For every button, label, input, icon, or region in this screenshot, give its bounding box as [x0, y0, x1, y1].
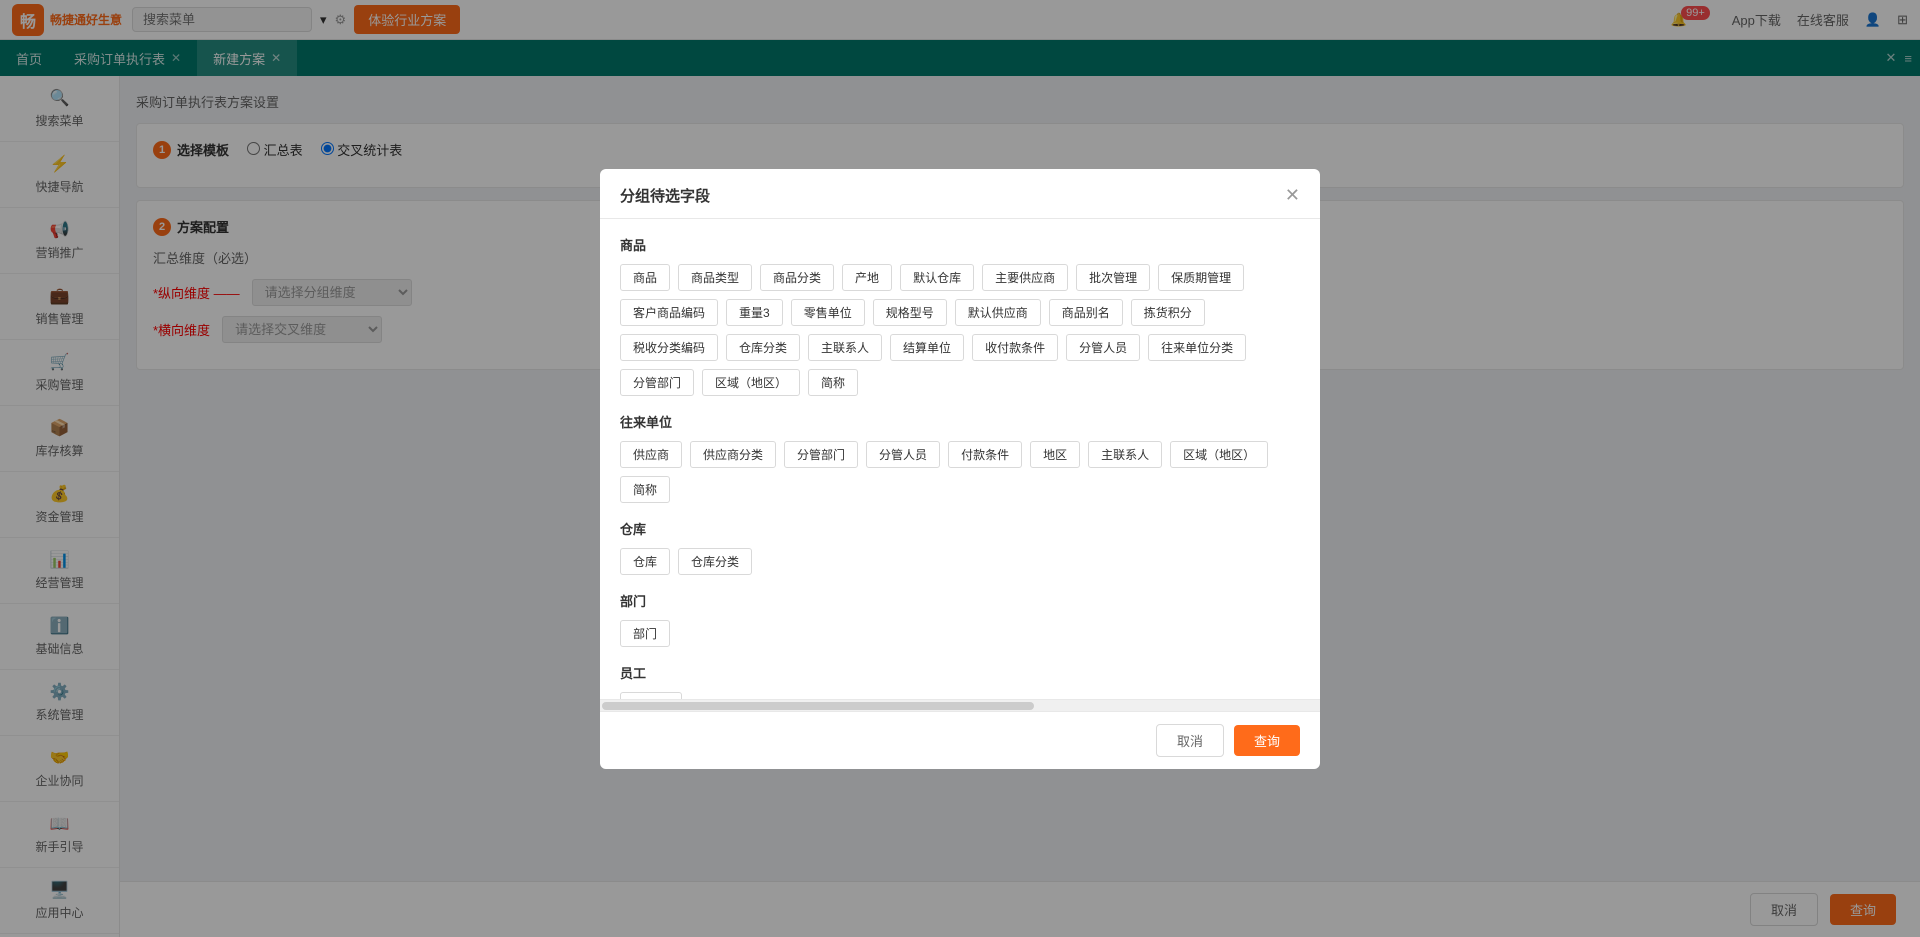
field-tag-1-1[interactable]: 供应商分类 [690, 441, 776, 468]
field-tag-0-19[interactable]: 收付款条件 [972, 334, 1058, 361]
field-tag-0-16[interactable]: 仓库分类 [726, 334, 800, 361]
field-tag-0-14[interactable]: 拣货积分 [1131, 299, 1205, 326]
modal-section-tags-1: 供应商供应商分类分管部门分管人员付款条件地区主联系人区域（地区） 简称 [620, 441, 1300, 503]
modal-section-title-0: 商品 [620, 235, 1300, 254]
field-tag-1-8[interactable]: 简称 [620, 476, 670, 503]
field-tag-1-2[interactable]: 分管部门 [784, 441, 858, 468]
modal-header: 分组待选字段 ✕ [600, 169, 1320, 219]
modal-overlay: 分组待选字段 ✕ 商品商品商品类型商品分类产地默认仓库主要供应商批次管理保质期管… [0, 0, 1920, 937]
field-tag-0-12[interactable]: 默认供应商 [955, 299, 1041, 326]
modal-horizontal-scrollbar[interactable] [600, 699, 1320, 711]
modal-body: 商品商品商品类型商品分类产地默认仓库主要供应商批次管理保质期管理客户商品编码重量… [600, 219, 1320, 699]
field-tag-0-7[interactable]: 保质期管理 [1158, 264, 1244, 291]
modal-title: 分组待选字段 [620, 185, 710, 206]
modal-section-2: 仓库仓库仓库分类 [620, 519, 1300, 575]
modal-section-title-4: 员工 [620, 663, 1300, 682]
field-tag-4-0[interactable]: 业务员 [620, 692, 682, 699]
field-tag-1-4[interactable]: 付款条件 [948, 441, 1022, 468]
modal-section-tags-2: 仓库仓库分类 [620, 548, 1300, 575]
modal-section-0: 商品商品商品类型商品分类产地默认仓库主要供应商批次管理保质期管理客户商品编码重量… [620, 235, 1300, 396]
field-tag-2-1[interactable]: 仓库分类 [678, 548, 752, 575]
modal-section-title-1: 往来单位 [620, 412, 1300, 431]
field-tag-0-1[interactable]: 商品类型 [678, 264, 752, 291]
field-tag-0-18[interactable]: 结算单位 [890, 334, 964, 361]
modal-confirm-button[interactable]: 查询 [1234, 725, 1300, 756]
modal-close-button[interactable]: ✕ [1285, 185, 1300, 206]
field-tag-0-20[interactable]: 分管人员 [1066, 334, 1140, 361]
field-tag-0-8[interactable]: 客户商品编码 [620, 299, 718, 326]
field-tag-0-22[interactable]: 分管部门 [620, 369, 694, 396]
modal-cancel-button[interactable]: 取消 [1156, 724, 1224, 757]
field-tag-0-13[interactable]: 商品别名 [1049, 299, 1123, 326]
field-tag-1-3[interactable]: 分管人员 [866, 441, 940, 468]
modal-footer: 取消 查询 [600, 711, 1320, 769]
field-tag-1-0[interactable]: 供应商 [620, 441, 682, 468]
field-tag-0-0[interactable]: 商品 [620, 264, 670, 291]
field-tag-0-10[interactable]: 零售单位 [791, 299, 865, 326]
field-select-modal: 分组待选字段 ✕ 商品商品商品类型商品分类产地默认仓库主要供应商批次管理保质期管… [600, 169, 1320, 769]
field-tag-0-17[interactable]: 主联系人 [808, 334, 882, 361]
field-tag-0-15[interactable]: 税收分类编码 [620, 334, 718, 361]
field-tag-0-23[interactable]: 区域（地区） [702, 369, 800, 396]
modal-section-tags-0: 商品商品类型商品分类产地默认仓库主要供应商批次管理保质期管理客户商品编码重量3 零… [620, 264, 1300, 396]
field-tag-0-5[interactable]: 主要供应商 [982, 264, 1068, 291]
scrollbar-thumb [602, 702, 1034, 710]
field-tag-1-6[interactable]: 主联系人 [1088, 441, 1162, 468]
field-tag-0-4[interactable]: 默认仓库 [900, 264, 974, 291]
modal-section-title-3: 部门 [620, 591, 1300, 610]
modal-section-tags-4: 业务员 [620, 692, 1300, 699]
field-tag-0-6[interactable]: 批次管理 [1076, 264, 1150, 291]
field-tag-0-24[interactable]: 简称 [808, 369, 858, 396]
field-tag-1-5[interactable]: 地区 [1030, 441, 1080, 468]
field-tag-2-0[interactable]: 仓库 [620, 548, 670, 575]
field-tag-0-21[interactable]: 往来单位分类 [1148, 334, 1246, 361]
modal-section-3: 部门部门 [620, 591, 1300, 647]
field-tag-0-11[interactable]: 规格型号 [873, 299, 947, 326]
field-tag-0-9[interactable]: 重量3 [726, 299, 783, 326]
field-tag-0-2[interactable]: 商品分类 [760, 264, 834, 291]
modal-section-title-2: 仓库 [620, 519, 1300, 538]
field-tag-0-3[interactable]: 产地 [842, 264, 892, 291]
modal-section-tags-3: 部门 [620, 620, 1300, 647]
field-tag-1-7[interactable]: 区域（地区） [1170, 441, 1268, 468]
modal-section-1: 往来单位供应商供应商分类分管部门分管人员付款条件地区主联系人区域（地区） 简称 [620, 412, 1300, 503]
modal-section-4: 员工业务员 [620, 663, 1300, 699]
field-tag-3-0[interactable]: 部门 [620, 620, 670, 647]
